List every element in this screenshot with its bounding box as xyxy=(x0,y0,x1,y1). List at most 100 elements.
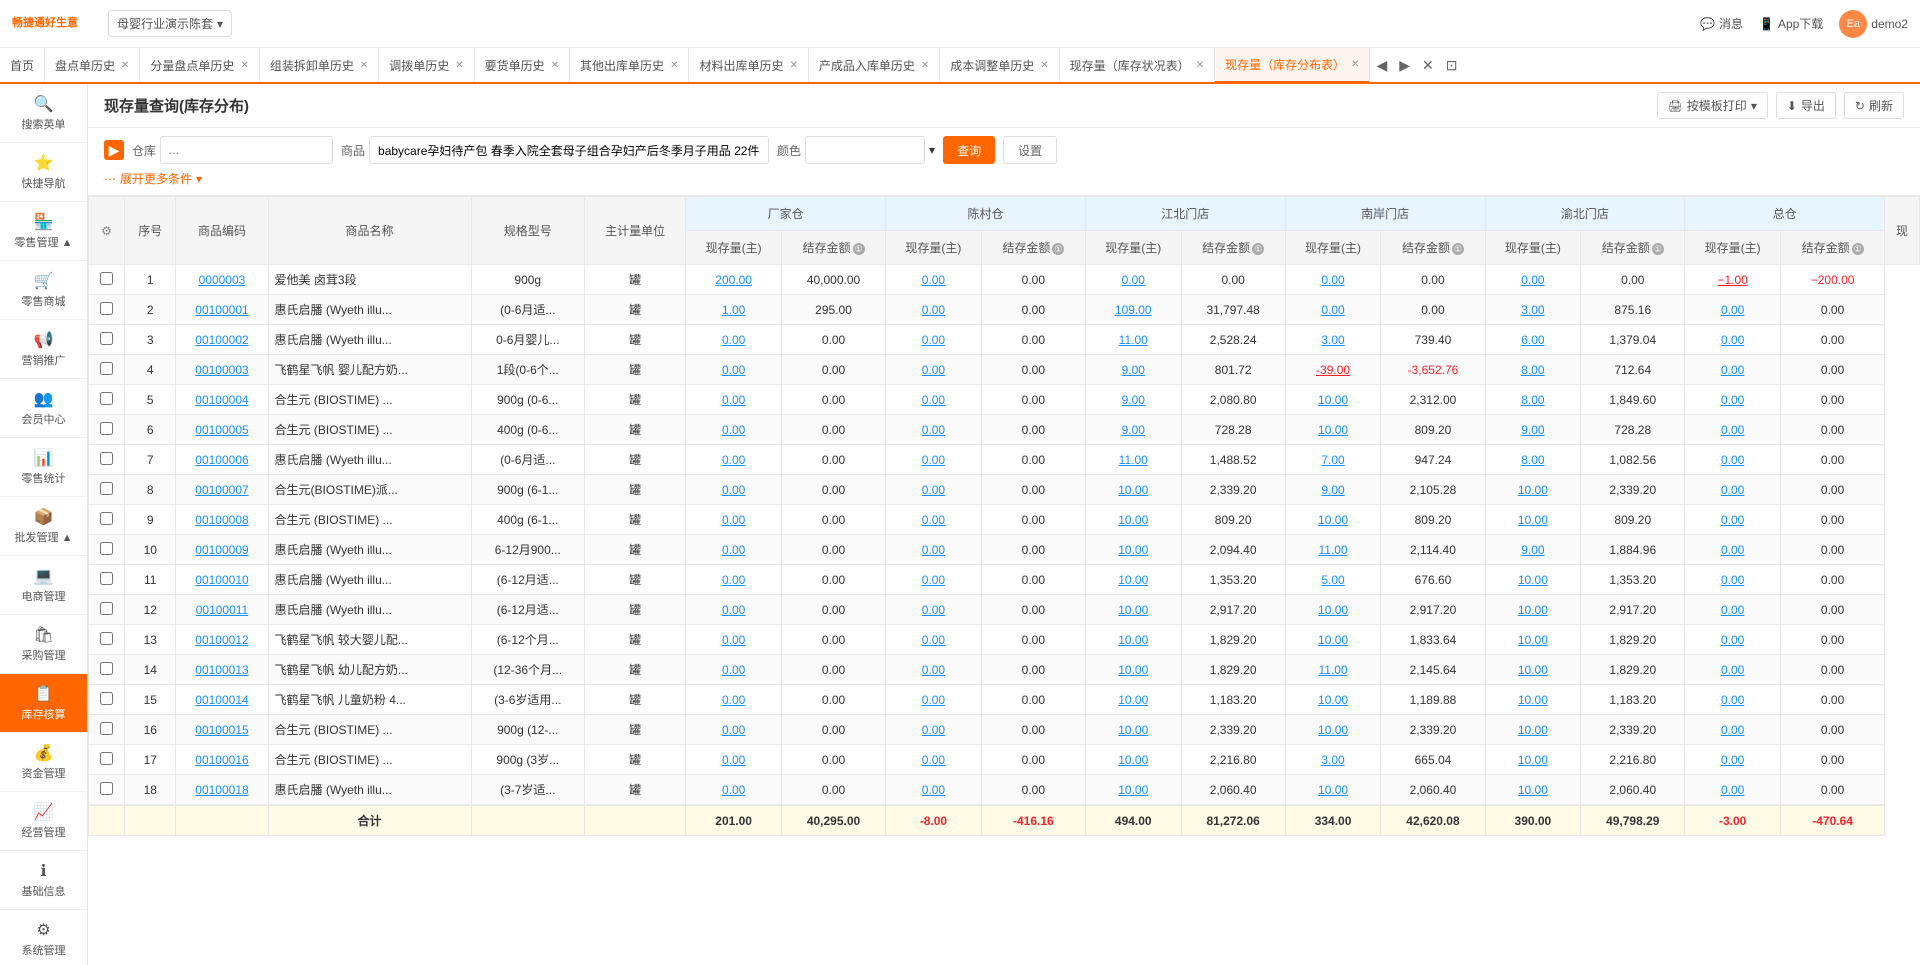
cell-store-3-qty[interactable]: 10.00 xyxy=(1285,775,1381,806)
cell-store-5-qty[interactable]: 0.00 xyxy=(1685,445,1781,475)
tab-close-icon[interactable]: ✕ xyxy=(240,60,248,71)
cell-store-3-qty[interactable]: 10.00 xyxy=(1285,715,1381,745)
cell-code[interactable]: 00100018 xyxy=(176,775,268,806)
cell-store-5-qty[interactable]: 0.00 xyxy=(1685,385,1781,415)
cell-store-1-qty[interactable]: 0.00 xyxy=(886,655,982,685)
cell-store-2-qty[interactable]: 10.00 xyxy=(1085,475,1181,505)
tab-close-icon[interactable]: ✕ xyxy=(551,60,559,71)
cell-store-1-qty[interactable]: 0.00 xyxy=(886,685,982,715)
tab-item-2[interactable]: 分量盘点单历史✕ xyxy=(140,48,259,83)
cell-store-2-qty[interactable]: 10.00 xyxy=(1085,655,1181,685)
cell-store-3-qty[interactable]: 10.00 xyxy=(1285,385,1381,415)
cell-store-0-qty[interactable]: 0.00 xyxy=(686,535,782,565)
cell-store-4-qty[interactable]: 10.00 xyxy=(1485,685,1581,715)
tab-item-6[interactable]: 其他出库单历史✕ xyxy=(570,48,689,83)
cell-store-2-qty[interactable]: 11.00 xyxy=(1085,325,1181,355)
tab-close-icon[interactable]: ✕ xyxy=(1351,59,1359,70)
cell-store-5-qty[interactable]: 0.00 xyxy=(1685,655,1781,685)
sidebar-item-7[interactable]: 📦批发管理 ▲ xyxy=(0,497,87,556)
tab-close-icon[interactable]: ✕ xyxy=(121,60,129,71)
cell-store-1-qty[interactable]: 0.00 xyxy=(886,475,982,505)
cell-store-2-qty[interactable]: 10.00 xyxy=(1085,745,1181,775)
tab-item-3[interactable]: 组装拆卸单历史✕ xyxy=(260,48,379,83)
cell-store-1-qty[interactable]: 0.00 xyxy=(886,565,982,595)
cell-store-3-qty[interactable]: 5.00 xyxy=(1285,565,1381,595)
cell-store-4-qty[interactable]: 10.00 xyxy=(1485,475,1581,505)
cell-code[interactable]: 00100014 xyxy=(176,685,268,715)
cell-store-3-qty[interactable]: 3.00 xyxy=(1285,745,1381,775)
user-area[interactable]: Ea demo2 xyxy=(1839,10,1908,38)
cell-checkbox[interactable] xyxy=(89,265,125,295)
sidebar-item-8[interactable]: 💻电商管理 xyxy=(0,556,87,615)
sidebar-item-6[interactable]: 📊零售统计 xyxy=(0,438,87,497)
cell-checkbox[interactable] xyxy=(89,655,125,685)
cell-checkbox[interactable] xyxy=(89,595,125,625)
cell-store-3-qty[interactable]: 3.00 xyxy=(1285,325,1381,355)
cell-store-2-qty[interactable]: 109.00 xyxy=(1085,295,1181,325)
tab-maximize[interactable]: ⊡ xyxy=(1440,57,1464,74)
cell-store-1-qty[interactable]: 0.00 xyxy=(886,775,982,806)
sidebar-item-2[interactable]: 🏪零售管理 ▲ xyxy=(0,202,87,261)
print-btn[interactable]: 🖨 按模板打印 ▾ xyxy=(1657,92,1768,119)
cell-store-0-qty[interactable]: 0.00 xyxy=(686,505,782,535)
sidebar-item-11[interactable]: 💰资金管理 xyxy=(0,733,87,792)
cell-store-0-qty[interactable]: 0.00 xyxy=(686,715,782,745)
cell-code[interactable]: 00100012 xyxy=(176,625,268,655)
cell-store-1-qty[interactable]: 0.00 xyxy=(886,355,982,385)
cell-store-5-qty[interactable]: 0.00 xyxy=(1685,505,1781,535)
cell-checkbox[interactable] xyxy=(89,325,125,355)
tab-item-4[interactable]: 调拨单历史✕ xyxy=(379,48,474,83)
cell-store-5-qty[interactable]: 0.00 xyxy=(1685,475,1781,505)
cell-checkbox[interactable] xyxy=(89,535,125,565)
cell-checkbox[interactable] xyxy=(89,475,125,505)
cell-store-4-qty[interactable]: 10.00 xyxy=(1485,625,1581,655)
cell-store-0-qty[interactable]: 0.00 xyxy=(686,775,782,806)
cell-store-4-qty[interactable]: 10.00 xyxy=(1485,775,1581,806)
cell-store-5-qty[interactable]: 0.00 xyxy=(1685,565,1781,595)
cell-code[interactable]: 00100011 xyxy=(176,595,268,625)
cell-code[interactable]: 00100005 xyxy=(176,415,268,445)
cell-store-2-qty[interactable]: 10.00 xyxy=(1085,685,1181,715)
cell-store-4-qty[interactable]: 8.00 xyxy=(1485,355,1581,385)
cell-store-0-qty[interactable]: 200.00 xyxy=(686,265,782,295)
cell-store-4-qty[interactable]: 9.00 xyxy=(1485,535,1581,565)
cell-code[interactable]: 00100001 xyxy=(176,295,268,325)
cell-store-1-qty[interactable]: 0.00 xyxy=(886,535,982,565)
sidebar-item-0[interactable]: 🔍搜索英单 xyxy=(0,84,87,143)
cell-code[interactable]: 00100010 xyxy=(176,565,268,595)
cell-code[interactable]: 0000003 xyxy=(176,265,268,295)
cell-store-0-qty[interactable]: 0.00 xyxy=(686,445,782,475)
cell-store-5-qty[interactable]: 0.00 xyxy=(1685,715,1781,745)
cell-store-4-qty[interactable]: 10.00 xyxy=(1485,655,1581,685)
tab-close-icon[interactable]: ✕ xyxy=(360,60,368,71)
tab-close-icon[interactable]: ✕ xyxy=(670,60,678,71)
cell-store-3-qty[interactable]: 10.00 xyxy=(1285,625,1381,655)
cell-store-0-qty[interactable]: 0.00 xyxy=(686,355,782,385)
cell-store-4-qty[interactable]: 9.00 xyxy=(1485,415,1581,445)
cell-store-4-qty[interactable]: 10.00 xyxy=(1485,505,1581,535)
cell-store-1-qty[interactable]: 0.00 xyxy=(886,445,982,475)
sidebar-item-10[interactable]: 📋库存核算 xyxy=(0,674,87,733)
sidebar-item-4[interactable]: 📢营销推广 xyxy=(0,320,87,379)
cell-store-2-qty[interactable]: 0.00 xyxy=(1085,265,1181,295)
cell-store-2-qty[interactable]: 10.00 xyxy=(1085,775,1181,806)
cell-code[interactable]: 00100004 xyxy=(176,385,268,415)
tab-close-icon[interactable]: ✕ xyxy=(1040,60,1048,71)
tab-next[interactable]: ▶ xyxy=(1393,57,1416,74)
industry-selector[interactable]: 母婴行业演示陈套 ▾ xyxy=(108,10,232,37)
cell-checkbox[interactable] xyxy=(89,565,125,595)
cell-checkbox[interactable] xyxy=(89,775,125,806)
cell-store-1-qty[interactable]: 0.00 xyxy=(886,295,982,325)
cell-store-0-qty[interactable]: 0.00 xyxy=(686,655,782,685)
cell-checkbox[interactable] xyxy=(89,355,125,385)
cell-store-2-qty[interactable]: 10.00 xyxy=(1085,595,1181,625)
cell-store-2-qty[interactable]: 10.00 xyxy=(1085,715,1181,745)
sidebar-item-9[interactable]: 🛍采购管理 xyxy=(0,615,87,674)
cell-store-5-qty[interactable]: 0.00 xyxy=(1685,595,1781,625)
cell-store-4-qty[interactable]: 10.00 xyxy=(1485,715,1581,745)
tab-item-11[interactable]: 现存量（库存分布表）✕ xyxy=(1215,48,1370,83)
cell-store-3-qty[interactable]: 10.00 xyxy=(1285,415,1381,445)
tab-close-icon[interactable]: ✕ xyxy=(921,60,929,71)
cell-store-4-qty[interactable]: 8.00 xyxy=(1485,385,1581,415)
cell-store-0-qty[interactable]: 0.00 xyxy=(686,475,782,505)
